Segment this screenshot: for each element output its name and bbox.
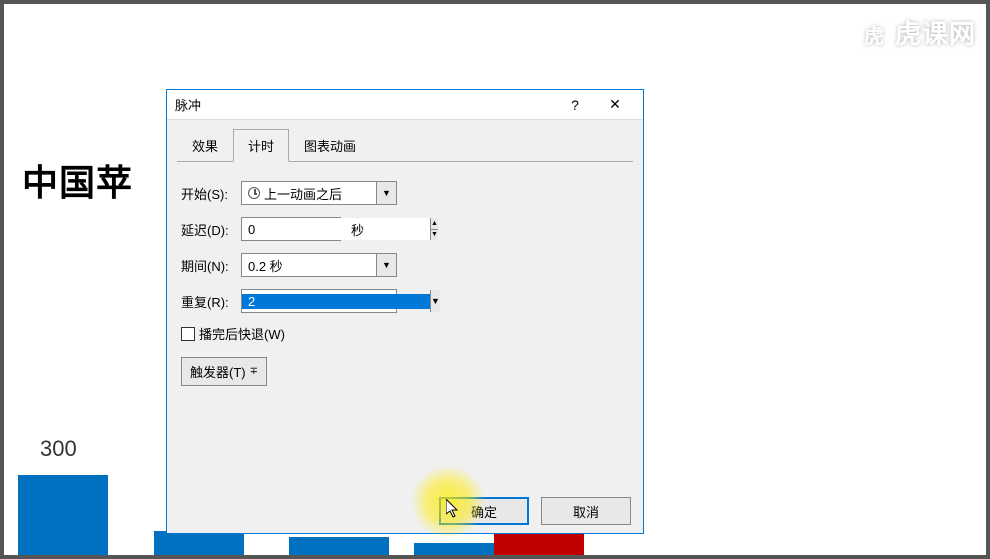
duration-combobox[interactable]: 0.2 秒 ▼ [241,253,397,277]
tab-content-timing: 开始(S): 上一动画之后 ▼ 延迟(D): ▲ ▼ [177,162,633,386]
rewind-label: 播完后快退(W) [199,324,285,343]
rewind-checkbox[interactable] [181,327,195,341]
chart-bar [289,537,389,555]
watermark-icon: 虎 [856,18,893,51]
chart-bar [414,543,504,555]
dialog-title: 脉冲 [175,95,555,114]
expand-icon: ∓ [250,366,258,377]
chart-bar [154,531,244,555]
watermark: 虎虎课网 [856,14,976,51]
start-label: 开始(S): [181,184,241,203]
clock-icon [248,187,260,199]
dialog-footer: 确定 取消 [439,497,631,525]
dialog-titlebar[interactable]: 脉冲 ? ✕ [167,90,643,120]
dropdown-arrow-icon[interactable]: ▼ [376,254,396,276]
chart-bar [18,475,108,555]
dropdown-arrow-icon[interactable]: ▼ [376,182,396,204]
animation-dialog: 脉冲 ? ✕ 效果 计时 图表动画 开始(S): 上一动画之后 ▼ [166,89,644,534]
repeat-label: 重复(R): [181,292,241,311]
dialog-body: 效果 计时 图表动画 开始(S): 上一动画之后 ▼ 延迟(D): [167,120,643,394]
tab-timing[interactable]: 计时 [233,129,289,162]
watermark-text: 虎课网 [895,19,976,49]
trigger-button[interactable]: 触发器(T) ∓ [181,357,267,386]
tab-strip: 效果 计时 图表动画 [177,128,633,162]
repeat-combobox[interactable]: ▼ [241,289,397,313]
repeat-input[interactable] [242,294,430,309]
delay-unit: 秒 [351,220,364,239]
spinner-down-icon[interactable]: ▼ [431,230,438,241]
close-button[interactable]: ✕ [595,91,635,119]
ok-button[interactable]: 确定 [439,497,529,525]
chart-bar [494,533,584,555]
spinner-up-icon[interactable]: ▲ [431,218,438,230]
delay-input[interactable] [242,218,430,240]
chart-value-label: 300 [40,436,77,462]
duration-value: 0.2 秒 [242,256,376,275]
delay-spinner[interactable]: ▲ ▼ [241,217,341,241]
delay-label: 延迟(D): [181,220,241,239]
tab-effect[interactable]: 效果 [177,129,233,162]
dropdown-arrow-icon[interactable]: ▼ [430,290,440,312]
slide-title: 中国苹 [22,154,133,206]
trigger-label: 触发器(T) [190,362,246,381]
duration-label: 期间(N): [181,256,241,275]
cancel-button[interactable]: 取消 [541,497,631,525]
start-value: 上一动画之后 [242,184,376,203]
tab-chart-animation[interactable]: 图表动画 [289,129,371,162]
start-combobox[interactable]: 上一动画之后 ▼ [241,181,397,205]
help-button[interactable]: ? [555,91,595,119]
